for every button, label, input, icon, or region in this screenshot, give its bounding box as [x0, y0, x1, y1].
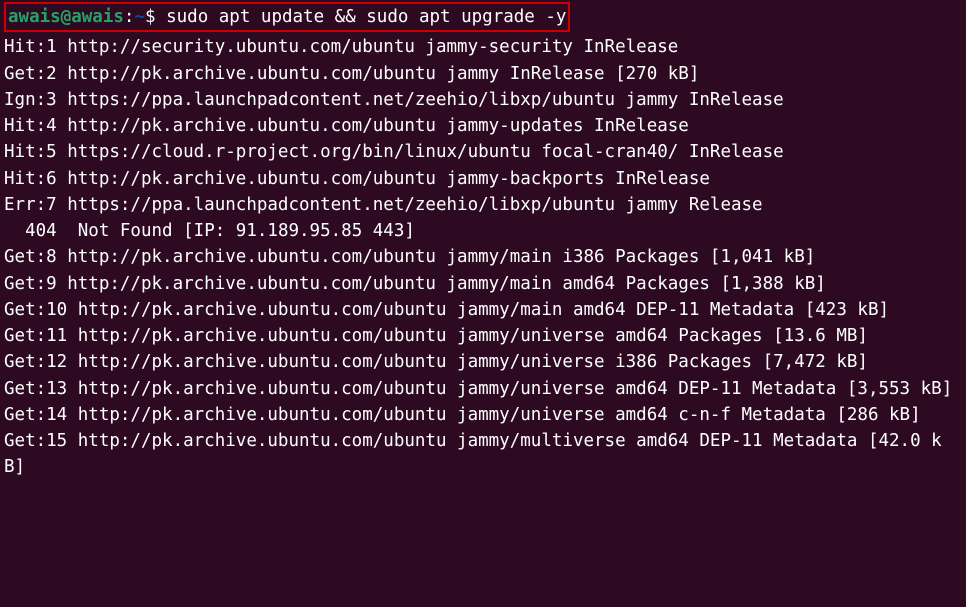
output-line: Ign:3 https://ppa.launchpadcontent.net/z… — [4, 87, 962, 113]
output-line: 404 Not Found [IP: 91.189.95.85 443] — [4, 218, 962, 244]
output-line: Get:15 http://pk.archive.ubuntu.com/ubun… — [4, 428, 962, 481]
output-line: Hit:1 http://security.ubuntu.com/ubuntu … — [4, 34, 962, 60]
output-line: Hit:6 http://pk.archive.ubuntu.com/ubunt… — [4, 166, 962, 192]
prompt-user-host: awais@awais — [8, 7, 124, 27]
output-line: Get:11 http://pk.archive.ubuntu.com/ubun… — [4, 323, 962, 349]
prompt-dollar: $ — [145, 7, 156, 27]
output-line: Get:2 http://pk.archive.ubuntu.com/ubunt… — [4, 61, 962, 87]
prompt-path: ~ — [134, 7, 145, 27]
output-line: Get:10 http://pk.archive.ubuntu.com/ubun… — [4, 297, 962, 323]
output-line: Get:14 http://pk.archive.ubuntu.com/ubun… — [4, 402, 962, 428]
output-line: Hit:4 http://pk.archive.ubuntu.com/ubunt… — [4, 113, 962, 139]
prompt-colon: : — [124, 7, 135, 27]
output-line: Get:12 http://pk.archive.ubuntu.com/ubun… — [4, 349, 962, 375]
output-line: Get:9 http://pk.archive.ubuntu.com/ubunt… — [4, 271, 962, 297]
output-line: Err:7 https://ppa.launchpadcontent.net/z… — [4, 192, 962, 218]
output-line: Hit:5 https://cloud.r-project.org/bin/li… — [4, 139, 962, 165]
output-line: Get:8 http://pk.archive.ubuntu.com/ubunt… — [4, 244, 962, 270]
command-text: sudo apt update && sudo apt upgrade -y — [156, 7, 567, 27]
prompt-highlight-box: awais@awais:~$ sudo apt update && sudo a… — [4, 2, 570, 32]
output-line: Get:13 http://pk.archive.ubuntu.com/ubun… — [4, 376, 962, 402]
terminal-window[interactable]: awais@awais:~$ sudo apt update && sudo a… — [0, 0, 966, 483]
